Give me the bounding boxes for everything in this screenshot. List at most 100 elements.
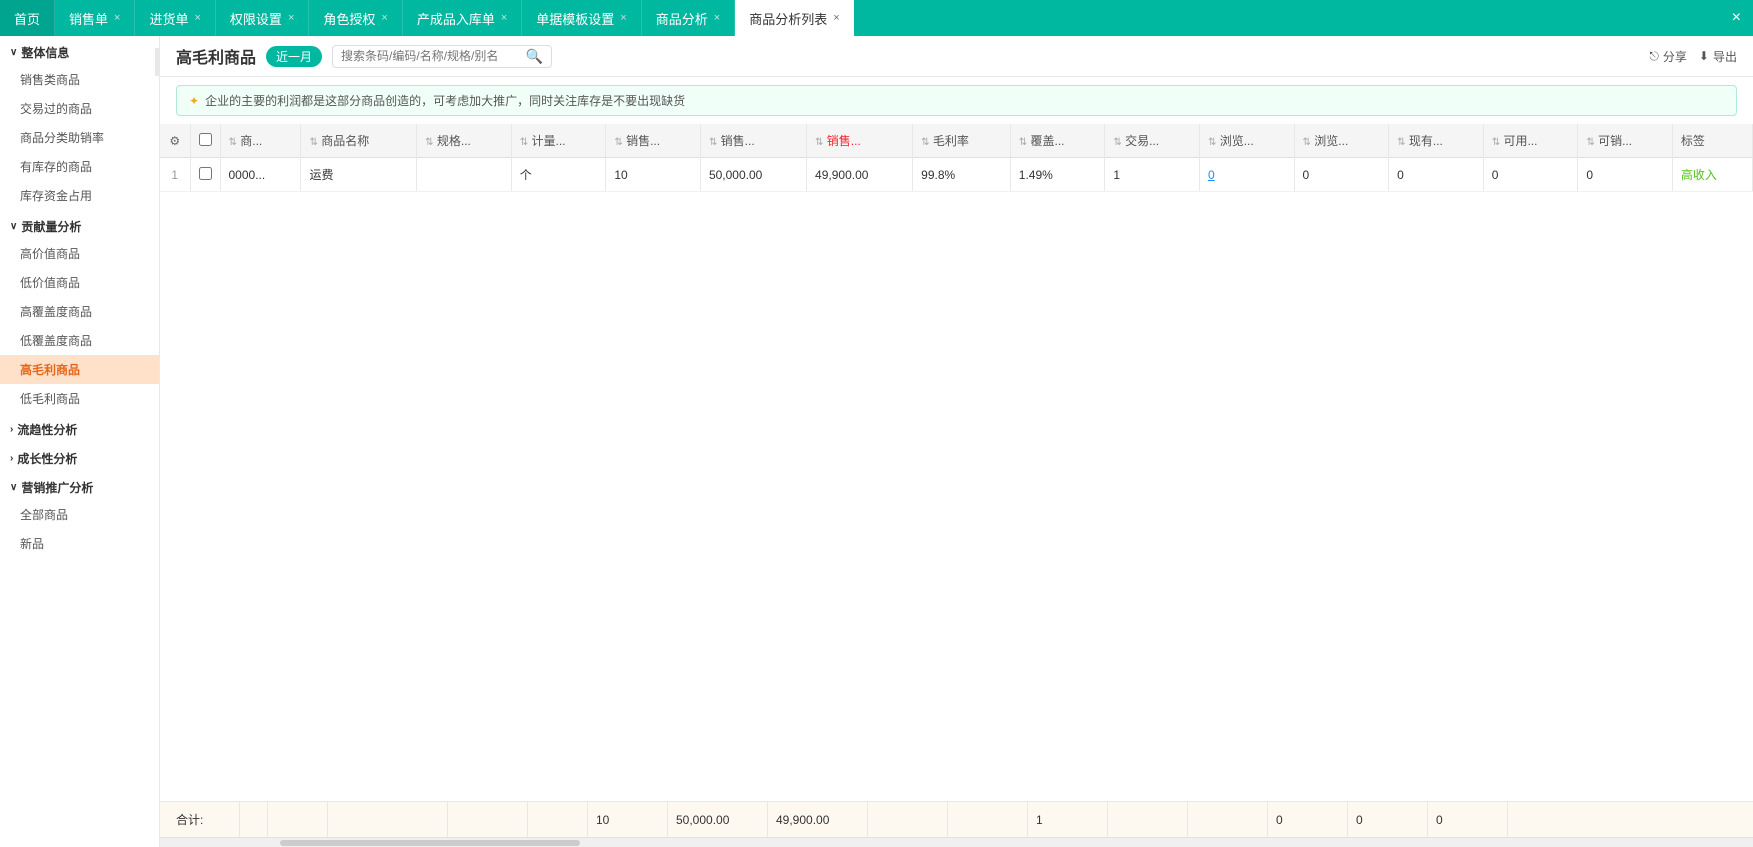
cell-sales-cost: 49,900.00 (807, 158, 913, 192)
sidebar-group-trend[interactable]: › 流趋性分析 (0, 413, 159, 442)
th-browse2[interactable]: ⇅ 浏览... (1294, 124, 1389, 158)
th-trade-count[interactable]: ⇅ 交易... (1105, 124, 1200, 158)
total-cell-gross-margin (868, 802, 948, 837)
th-spec[interactable]: ⇅ 规格... (417, 124, 512, 158)
content-header: 高毛利商品 近一月 🔍 ⎋ 分享 ⬇ 导出 (160, 36, 1753, 77)
nav-role-auth[interactable]: 角色授权 × (309, 0, 402, 36)
total-cell-code (268, 802, 328, 837)
data-table: ⚙ ⇅ 商... ⇅ 商品名称 (160, 124, 1753, 192)
sidebar-item-high-value[interactable]: 高价值商品 (0, 239, 159, 268)
sidebar-item-low-coverage[interactable]: 低覆盖度商品 (0, 326, 159, 355)
total-label: 合计: (160, 802, 240, 837)
close-template-settings[interactable]: × (620, 12, 626, 24)
total-cell-browse2 (1188, 802, 1268, 837)
nav-permission-settings[interactable]: 权限设置 × (216, 0, 309, 36)
cell-unit: 个 (511, 158, 606, 192)
horizontal-scrollbar[interactable] (160, 837, 1753, 847)
total-cell-unit (528, 802, 588, 837)
close-product-analysis[interactable]: × (714, 12, 720, 24)
sidebar-item-low-value[interactable]: 低价值商品 (0, 268, 159, 297)
main-layout: « ∨ 整体信息 销售类商品 交易过的商品 商品分类助销率 有库存的商品 库存资… (0, 36, 1753, 847)
close-all-tabs[interactable]: × (1732, 9, 1741, 27)
export-button[interactable]: ⬇ 导出 (1699, 48, 1737, 65)
search-box: 🔍 (332, 45, 552, 68)
close-product-analysis-list[interactable]: × (833, 12, 839, 24)
sidebar: « ∨ 整体信息 销售类商品 交易过的商品 商品分类助销率 有库存的商品 库存资… (0, 36, 160, 847)
sidebar-item-low-margin[interactable]: 低毛利商品 (0, 384, 159, 413)
table-header-row: ⚙ ⇅ 商... ⇅ 商品名称 (160, 124, 1753, 158)
sidebar-item-traded-goods[interactable]: 交易过的商品 (0, 94, 159, 123)
total-cell-index (240, 802, 268, 837)
sidebar-item-sales-goods[interactable]: 销售类商品 (0, 65, 159, 94)
th-browse1[interactable]: ⇅ 浏览... (1199, 124, 1294, 158)
table-row: 1 0000... 运费 个 10 50,000.00 49,900.00 99… (160, 158, 1753, 192)
sidebar-group-marketing[interactable]: ∨ 营销推广分析 (0, 471, 159, 500)
search-input[interactable] (341, 49, 526, 63)
sidebar-group-contribution[interactable]: ∨ 贡献量分析 (0, 210, 159, 239)
sidebar-group-overall[interactable]: ∨ 整体信息 (0, 36, 159, 65)
th-sales-qty[interactable]: ⇅ 销售... (606, 124, 701, 158)
th-current-stock[interactable]: ⇅ 现有... (1389, 124, 1484, 158)
cell-browse1[interactable]: 0 (1199, 158, 1294, 192)
row-checkbox[interactable] (199, 167, 212, 180)
close-permission-settings[interactable]: × (288, 12, 294, 24)
cell-trade-count: 1 (1105, 158, 1200, 192)
cell-browse2: 0 (1294, 158, 1389, 192)
cell-sales-qty: 10 (606, 158, 701, 192)
th-gross-margin[interactable]: ⇅ 毛利率 (913, 124, 1011, 158)
total-cell-sales-cost: 49,900.00 (768, 802, 868, 837)
share-button[interactable]: ⎋ 分享 (1649, 48, 1687, 65)
nav-product-analysis-list[interactable]: 商品分析列表 × (735, 0, 853, 36)
info-banner: ✦ 企业的主要的利润都是这部分商品创造的，可考虑加大推广，同时关注库存是不要出现… (176, 85, 1737, 116)
cell-gross-margin: 99.8% (913, 158, 1011, 192)
total-cell-sales-amount: 50,000.00 (668, 802, 768, 837)
chevron-right-icon: › (10, 453, 13, 464)
cell-coverage: 1.49% (1010, 158, 1105, 192)
sidebar-item-all-goods[interactable]: 全部商品 (0, 500, 159, 529)
period-button[interactable]: 近一月 (266, 46, 322, 67)
th-unit[interactable]: ⇅ 计量... (511, 124, 606, 158)
close-product-inbound[interactable]: × (501, 12, 507, 24)
nav-sales-order[interactable]: 销售单 × (55, 0, 135, 36)
nav-product-analysis[interactable]: 商品分析 × (642, 0, 735, 36)
nav-product-inbound[interactable]: 产成品入库单 × (403, 0, 522, 36)
close-sales-order[interactable]: × (114, 12, 120, 24)
sidebar-item-new-goods[interactable]: 新品 (0, 529, 159, 558)
nav-home[interactable]: 首页 (0, 0, 55, 36)
cell-code: 0000... (220, 158, 301, 192)
sidebar-group-growth[interactable]: › 成长性分析 (0, 442, 159, 471)
cell-tag: 高收入 (1672, 158, 1752, 192)
th-tag[interactable]: 标签 (1672, 124, 1752, 158)
th-settings[interactable]: ⚙ (160, 124, 190, 158)
th-sellable-stock[interactable]: ⇅ 可销... (1578, 124, 1673, 158)
sidebar-item-in-stock-goods[interactable]: 有库存的商品 (0, 152, 159, 181)
cell-current-stock: 0 (1389, 158, 1484, 192)
scrollbar-thumb[interactable] (280, 840, 580, 846)
th-coverage[interactable]: ⇅ 覆盖... (1010, 124, 1105, 158)
chevron-down-icon: ∨ (10, 47, 17, 58)
th-code[interactable]: ⇅ 商... (220, 124, 301, 158)
select-all-checkbox[interactable] (199, 133, 212, 146)
close-purchase-order[interactable]: × (194, 12, 200, 24)
cell-name: 运费 (301, 158, 417, 192)
sidebar-item-stock-capital[interactable]: 库存资金占用 (0, 181, 159, 210)
th-available-stock[interactable]: ⇅ 可用... (1483, 124, 1578, 158)
sidebar-collapse-button[interactable]: « (155, 48, 160, 76)
sidebar-item-category-sales-rate[interactable]: 商品分类助销率 (0, 123, 159, 152)
gear-icon[interactable]: ⚙ (169, 134, 180, 148)
top-navigation: 首页 销售单 × 进货单 × 权限设置 × 角色授权 × 产成品入库单 × 单据… (0, 0, 1753, 36)
sidebar-item-high-margin[interactable]: 高毛利商品 (0, 355, 159, 384)
close-role-auth[interactable]: × (381, 12, 387, 24)
th-checkbox[interactable] (190, 124, 220, 158)
th-name[interactable]: ⇅ 商品名称 (301, 124, 417, 158)
nav-purchase-order[interactable]: 进货单 × (135, 0, 215, 36)
content-area: 高毛利商品 近一月 🔍 ⎋ 分享 ⬇ 导出 ✦ 企业的主要的利润都是这部分商品创… (160, 36, 1753, 847)
total-cell-available-stock: 0 (1348, 802, 1428, 837)
cell-checkbox[interactable] (190, 158, 220, 192)
sidebar-item-high-coverage[interactable]: 高覆盖度商品 (0, 297, 159, 326)
th-sales-amount[interactable]: ⇅ 销售... (700, 124, 806, 158)
nav-template-settings[interactable]: 单据模板设置 × (522, 0, 641, 36)
th-sales-cost[interactable]: ⇅ 销售... (807, 124, 913, 158)
search-icon[interactable]: 🔍 (526, 48, 543, 65)
footer-total-row: 合计: 10 50,000.00 49,900.00 1 (160, 801, 1753, 837)
